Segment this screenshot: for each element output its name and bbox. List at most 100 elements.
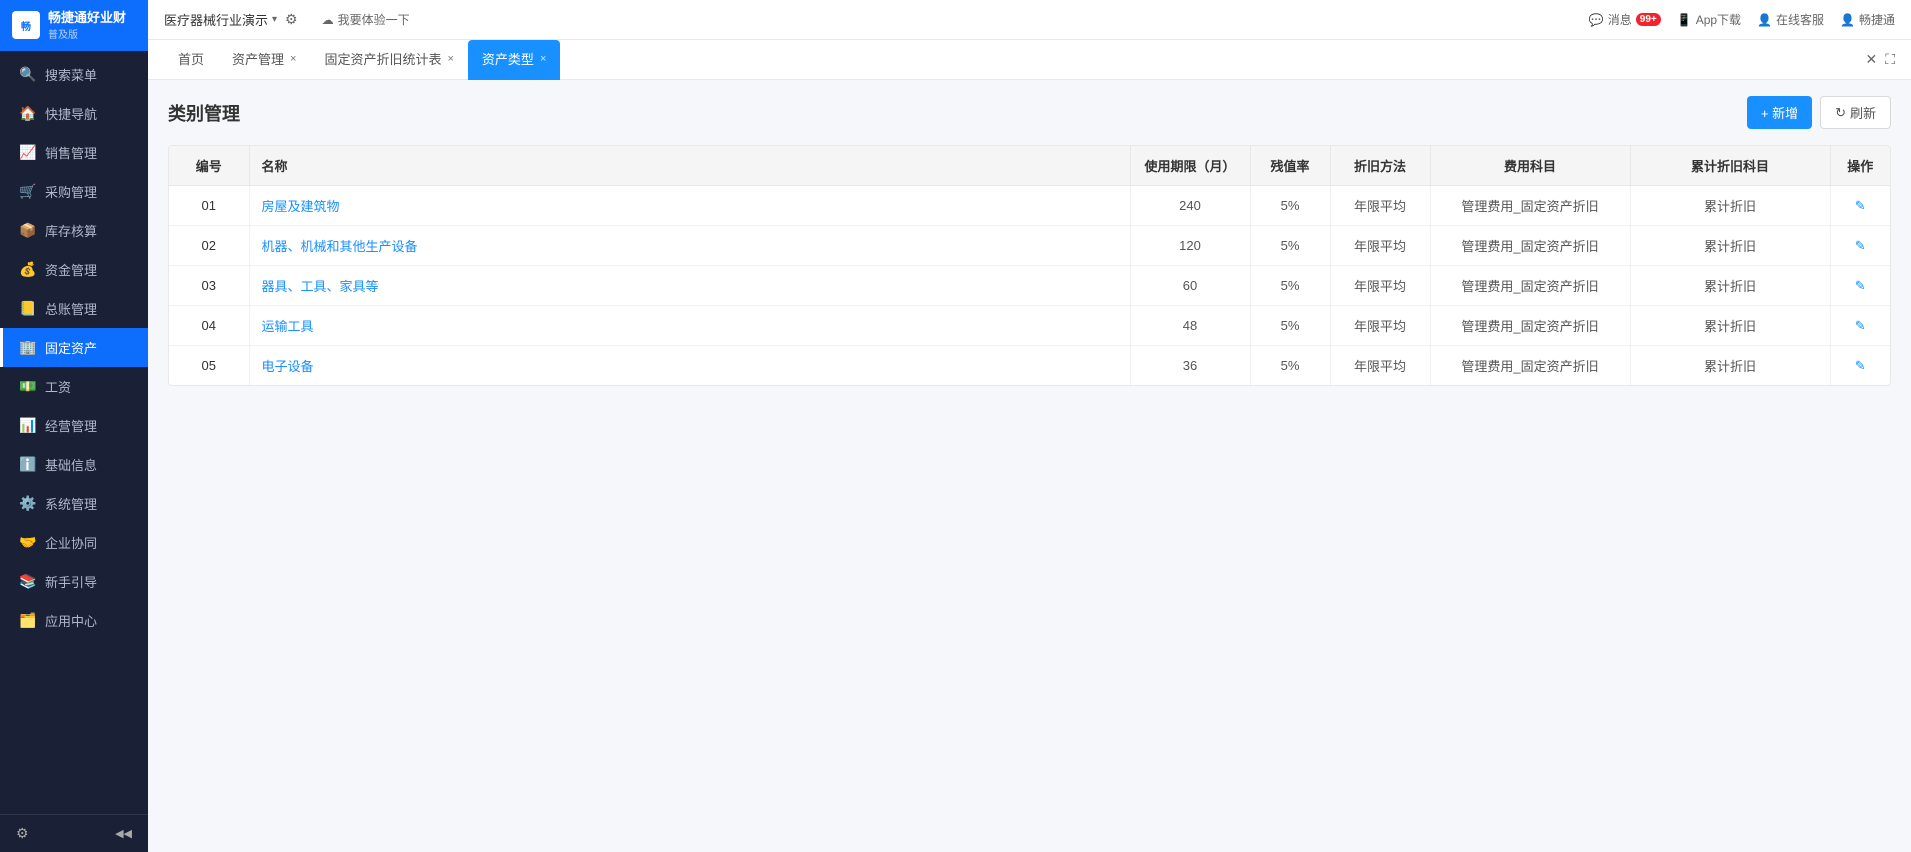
topbar-online-service[interactable]: 👤 在线客服 xyxy=(1757,11,1824,28)
refresh-button[interactable]: ↻ 刷新 xyxy=(1820,96,1891,129)
cell-action-3[interactable]: ✎ xyxy=(1830,266,1890,306)
cell-action-4[interactable]: ✎ xyxy=(1830,306,1890,346)
tab-depreciation-table[interactable]: 固定资产折旧统计表 × xyxy=(310,40,467,80)
sidebar-item-quick-nav[interactable]: 🏠 快捷导航 xyxy=(0,94,148,133)
page-header: 类别管理 + 新增 ↻ 刷新 xyxy=(168,96,1891,129)
tab-home[interactable]: 首页 xyxy=(164,40,218,80)
sidebar-item-label: 总账管理 xyxy=(45,299,97,318)
sidebar-item-capital[interactable]: 💰 资金管理 xyxy=(0,250,148,289)
cell-code-5: 05 xyxy=(169,346,249,386)
topbar-user[interactable]: 👤 畅捷通 xyxy=(1840,11,1895,28)
message-badge: 99+ xyxy=(1636,13,1661,26)
sidebar-item-label: 销售管理 xyxy=(45,143,97,162)
cell-accumulated-5: 累计折旧 xyxy=(1630,346,1830,386)
asset-type-table: 编号 名称 使用期限（月） 残值率 折旧方法 费用科目 累计折旧科目 操作 01 xyxy=(168,145,1891,386)
edit-icon-4[interactable]: ✎ xyxy=(1855,318,1866,333)
tab-asset-mgmt-close[interactable]: × xyxy=(290,53,296,65)
system-icon: ⚙️ xyxy=(19,495,37,512)
table-body: 01 房屋及建筑物 240 5% 年限平均 管理费用_固定资产折旧 累计折旧 ✎… xyxy=(169,186,1890,386)
sidebar-item-enterprise[interactable]: 🤝 企业协同 xyxy=(0,523,148,562)
topbar-company[interactable]: 医疗器械行业演示 ▾ xyxy=(164,10,277,29)
cell-code-2: 02 xyxy=(169,226,249,266)
cell-period-2: 120 xyxy=(1130,226,1250,266)
table: 编号 名称 使用期限（月） 残值率 折旧方法 费用科目 累计折旧科目 操作 01 xyxy=(169,146,1890,385)
sidebar-item-system[interactable]: ⚙️ 系统管理 xyxy=(0,484,148,523)
cell-action-1[interactable]: ✎ xyxy=(1830,186,1890,226)
sidebar-footer: ⚙ ◀◀ xyxy=(0,814,148,852)
message-label: 消息 xyxy=(1608,11,1632,28)
col-code: 编号 xyxy=(169,146,249,186)
tab-depreciation-close[interactable]: × xyxy=(447,53,453,65)
edit-icon-2[interactable]: ✎ xyxy=(1855,238,1866,253)
sales-icon: 📈 xyxy=(19,144,37,161)
cell-name-2: 机器、机械和其他生产设备 xyxy=(249,226,1130,266)
sidebar-item-fixed-assets[interactable]: 🏢 固定资产 xyxy=(0,328,148,367)
company-dropdown-icon[interactable]: ▾ xyxy=(272,14,277,25)
tab-window-controls: ✕ ⛶ xyxy=(1865,51,1895,68)
sidebar-item-label: 资金管理 xyxy=(45,260,97,279)
service-label: 在线客服 xyxy=(1776,11,1824,28)
tabs-bar: 首页 资产管理 × 固定资产折旧统计表 × 资产类型 × ✕ ⛶ xyxy=(148,40,1911,80)
tab-asset-type-close[interactable]: × xyxy=(540,53,546,65)
app-download-label: App下载 xyxy=(1696,11,1741,28)
collapse-icon[interactable]: ◀◀ xyxy=(115,827,132,840)
tab-asset-mgmt[interactable]: 资产管理 × xyxy=(218,40,310,80)
sidebar-item-newbie[interactable]: 📚 新手引导 xyxy=(0,562,148,601)
cell-period-4: 48 xyxy=(1130,306,1250,346)
col-name: 名称 xyxy=(249,146,1130,186)
table-head: 编号 名称 使用期限（月） 残值率 折旧方法 费用科目 累计折旧科目 操作 xyxy=(169,146,1890,186)
cell-method-4: 年限平均 xyxy=(1330,306,1430,346)
page-content: 类别管理 + 新增 ↻ 刷新 编号 名称 使用期限（月） 残值率 折旧方法 xyxy=(148,80,1911,852)
app-title: 畅捷通好业财 xyxy=(48,10,126,26)
sidebar-item-basic-info[interactable]: ℹ️ 基础信息 xyxy=(0,445,148,484)
company-name: 医疗器械行业演示 xyxy=(164,10,268,29)
sidebar-item-salary[interactable]: 💵 工资 xyxy=(0,367,148,406)
edit-icon-3[interactable]: ✎ xyxy=(1855,278,1866,293)
refresh-label: 刷新 xyxy=(1850,103,1876,122)
app-logo: 畅 xyxy=(12,11,40,39)
cell-method-1: 年限平均 xyxy=(1330,186,1430,226)
tab-asset-type[interactable]: 资产类型 × xyxy=(468,40,560,80)
sidebar-item-label: 采购管理 xyxy=(45,182,97,201)
edit-icon-1[interactable]: ✎ xyxy=(1855,198,1866,213)
topbar-settings-icon[interactable]: ⚙ xyxy=(285,11,298,28)
sidebar-item-inventory[interactable]: 📦 库存核算 xyxy=(0,211,148,250)
capital-icon: 💰 xyxy=(19,261,37,278)
table-row: 05 电子设备 36 5% 年限平均 管理费用_固定资产折旧 累计折旧 ✎ xyxy=(169,346,1890,386)
sidebar-item-app-center[interactable]: 🗂️ 应用中心 xyxy=(0,601,148,640)
operations-icon: 📊 xyxy=(19,417,37,434)
page-actions: + 新增 ↻ 刷新 xyxy=(1747,96,1891,129)
window-expand-btn[interactable]: ⛶ xyxy=(1885,51,1895,68)
cell-name-1: 房屋及建筑物 xyxy=(249,186,1130,226)
edit-icon-5[interactable]: ✎ xyxy=(1855,358,1866,373)
topbar-experience[interactable]: ☁ 我要体验一下 xyxy=(322,11,410,28)
purchase-icon: 🛒 xyxy=(19,183,37,200)
sidebar-header: 畅 畅捷通好业财 普及版 xyxy=(0,0,148,51)
table-header-row: 编号 名称 使用期限（月） 残值率 折旧方法 费用科目 累计折旧科目 操作 xyxy=(169,146,1890,186)
refresh-icon: ↻ xyxy=(1835,105,1846,121)
sidebar-item-sales[interactable]: 📈 销售管理 xyxy=(0,133,148,172)
sidebar-item-label: 工资 xyxy=(45,377,71,396)
window-close-btn[interactable]: ✕ xyxy=(1865,51,1877,68)
new-button[interactable]: + 新增 xyxy=(1747,96,1812,129)
sidebar-item-operations[interactable]: 📊 经营管理 xyxy=(0,406,148,445)
topbar-app-download[interactable]: 📱 App下载 xyxy=(1677,11,1741,28)
settings-footer-icon[interactable]: ⚙ xyxy=(16,825,29,842)
sidebar-item-ledger[interactable]: 📒 总账管理 xyxy=(0,289,148,328)
sidebar-item-purchase[interactable]: 🛒 采购管理 xyxy=(0,172,148,211)
experience-label: 我要体验一下 xyxy=(338,11,410,28)
cell-action-5[interactable]: ✎ xyxy=(1830,346,1890,386)
tab-asset-mgmt-label: 资产管理 xyxy=(232,49,284,68)
home-icon: 🏠 xyxy=(19,105,37,122)
sidebar-item-label: 固定资产 xyxy=(45,338,97,357)
cell-expense-5: 管理费用_固定资产折旧 xyxy=(1430,346,1630,386)
sidebar-nav: 🔍 搜索菜单 🏠 快捷导航 📈 销售管理 🛒 采购管理 📦 库存核算 💰 资金管… xyxy=(0,51,148,814)
sidebar-item-label: 系统管理 xyxy=(45,494,97,513)
cell-action-2[interactable]: ✎ xyxy=(1830,226,1890,266)
topbar-message[interactable]: 💬 消息 99+ xyxy=(1589,11,1661,28)
cell-name-4: 运输工具 xyxy=(249,306,1130,346)
inventory-icon: 📦 xyxy=(19,222,37,239)
sidebar-item-label: 企业协同 xyxy=(45,533,97,552)
cell-expense-1: 管理费用_固定资产折旧 xyxy=(1430,186,1630,226)
sidebar-item-search[interactable]: 🔍 搜索菜单 xyxy=(0,55,148,94)
